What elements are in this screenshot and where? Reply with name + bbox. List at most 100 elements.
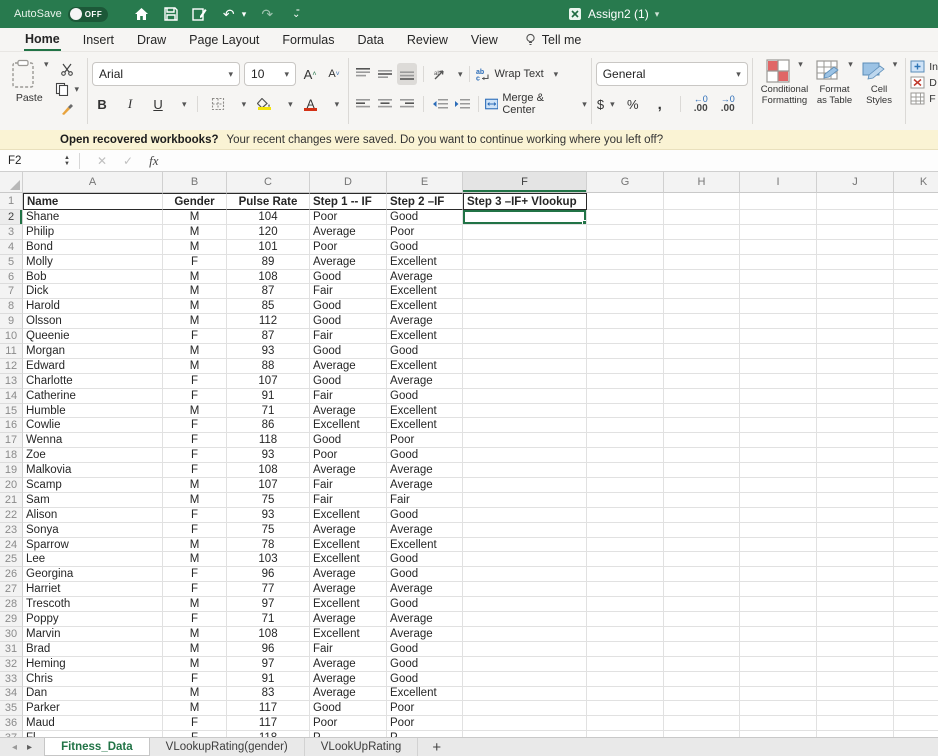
comma-button[interactable]: ,	[650, 93, 670, 115]
cell-G36[interactable]	[587, 716, 664, 732]
cell-J6[interactable]	[817, 269, 894, 285]
cell-E12[interactable]: Excellent	[387, 358, 463, 374]
cell-I11[interactable]	[740, 344, 817, 359]
cell-E11[interactable]: Good	[387, 344, 463, 359]
cell-D8[interactable]: Good	[310, 299, 387, 315]
cell-E16[interactable]: Excellent	[387, 418, 463, 434]
insert-function-icon[interactable]: fx	[149, 153, 158, 169]
cell-B1[interactable]: Gender	[163, 193, 227, 210]
column-header-H[interactable]: H	[664, 172, 740, 193]
cell-E31[interactable]: Good	[387, 641, 463, 657]
cell-E7[interactable]: Excellent	[387, 284, 463, 300]
cell-A12[interactable]: Edward	[23, 358, 163, 374]
row-header-1[interactable]: 1	[0, 193, 23, 210]
cell-C27[interactable]: 77	[227, 582, 310, 598]
cell-G9[interactable]	[587, 314, 664, 330]
row-header-14[interactable]: 14	[0, 388, 23, 404]
cell-G27[interactable]	[587, 582, 664, 598]
cell-D13[interactable]: Good	[310, 373, 387, 389]
cell-K9[interactable]	[894, 314, 938, 330]
cell-F16[interactable]	[463, 418, 587, 434]
cell-B7[interactable]: M	[163, 284, 227, 300]
column-header-B[interactable]: B	[163, 172, 227, 193]
cell-H14[interactable]	[664, 388, 740, 404]
align-center-button[interactable]	[375, 93, 395, 115]
row-header-23[interactable]: 23	[0, 522, 23, 538]
cell-G30[interactable]	[587, 626, 664, 642]
sheet-next-icon[interactable]: ▸	[27, 742, 32, 753]
cell-C2[interactable]: 104	[227, 210, 310, 225]
cell-F2[interactable]	[463, 210, 587, 225]
row-header-11[interactable]: 11	[0, 344, 23, 359]
cell-E35[interactable]: Poor	[387, 701, 463, 717]
paste-button[interactable]: ▾ Paste	[10, 59, 49, 130]
cell-H31[interactable]	[664, 641, 740, 657]
cell-H28[interactable]	[664, 597, 740, 613]
cell-D35[interactable]: Good	[310, 701, 387, 717]
cell-G18[interactable]	[587, 448, 664, 464]
cell-H20[interactable]	[664, 478, 740, 493]
borders-button[interactable]	[208, 93, 228, 115]
cell-E27[interactable]: Average	[387, 582, 463, 598]
cell-D20[interactable]: Fair	[310, 478, 387, 493]
cell-A21[interactable]: Sam	[23, 492, 163, 508]
cell-C24[interactable]: 78	[227, 537, 310, 553]
cell-E4[interactable]: Good	[387, 239, 463, 255]
row-header-5[interactable]: 5	[0, 254, 23, 270]
cell-J36[interactable]	[817, 716, 894, 732]
cell-K36[interactable]	[894, 716, 938, 732]
cell-K12[interactable]	[894, 359, 938, 374]
cell-A30[interactable]: Marvin	[23, 626, 163, 642]
increase-decimal-button[interactable]: ←0.00	[691, 93, 711, 115]
cell-E23[interactable]: Average	[387, 522, 463, 538]
cell-C18[interactable]: 93	[227, 448, 310, 464]
cell-J25[interactable]	[817, 552, 894, 568]
row-header-9[interactable]: 9	[0, 314, 23, 330]
cell-E3[interactable]: Poor	[387, 224, 463, 240]
cell-B27[interactable]: F	[163, 582, 227, 598]
cell-E18[interactable]: Good	[387, 448, 463, 464]
cell-D5[interactable]: Average	[310, 254, 387, 270]
row-header-36[interactable]: 36	[0, 716, 23, 732]
cell-I17[interactable]	[740, 433, 817, 449]
cell-E8[interactable]: Excellent	[387, 299, 463, 315]
cell-H25[interactable]	[664, 552, 740, 568]
cell-E2[interactable]: Good	[387, 210, 463, 225]
add-sheet-button[interactable]: +	[418, 738, 455, 756]
cell-C20[interactable]: 107	[227, 478, 310, 493]
cell-J7[interactable]	[817, 284, 894, 300]
cell-H19[interactable]	[664, 463, 740, 479]
column-header-F[interactable]: F	[463, 172, 587, 193]
increase-font-size-button[interactable]: A ˄	[300, 63, 320, 85]
cell-F24[interactable]	[463, 537, 587, 553]
cell-E15[interactable]: Excellent	[387, 403, 463, 419]
cell-A23[interactable]: Sonya	[23, 522, 163, 538]
cell-C23[interactable]: 75	[227, 522, 310, 538]
cell-G12[interactable]	[587, 358, 664, 374]
cell-C12[interactable]: 88	[227, 358, 310, 374]
cell-B29[interactable]: F	[163, 612, 227, 627]
cell-I3[interactable]	[740, 224, 817, 240]
cell-H26[interactable]	[664, 567, 740, 583]
cancel-icon[interactable]: ✕	[97, 154, 107, 168]
cell-G21[interactable]	[587, 492, 664, 508]
percent-button[interactable]: %	[623, 93, 643, 115]
cell-H33[interactable]	[664, 671, 740, 687]
row-header-16[interactable]: 16	[0, 418, 23, 434]
format-as-table-button[interactable]: ▾ Format as Table	[812, 59, 857, 130]
underline-button[interactable]: U	[148, 93, 168, 115]
cell-K21[interactable]	[894, 493, 938, 508]
cell-B31[interactable]: M	[163, 641, 227, 657]
cell-G29[interactable]	[587, 612, 664, 627]
row-header-26[interactable]: 26	[0, 567, 23, 583]
cell-C34[interactable]: 83	[227, 686, 310, 702]
cell-B34[interactable]: M	[163, 686, 227, 702]
row-header-20[interactable]: 20	[0, 478, 23, 493]
cell-E24[interactable]: Excellent	[387, 537, 463, 553]
cell-B4[interactable]: M	[163, 239, 227, 255]
cell-F12[interactable]	[463, 358, 587, 374]
cell-K17[interactable]	[894, 433, 938, 449]
cell-A9[interactable]: Olsson	[23, 314, 163, 330]
cell-I1[interactable]	[740, 193, 817, 210]
cell-B9[interactable]: M	[163, 314, 227, 330]
